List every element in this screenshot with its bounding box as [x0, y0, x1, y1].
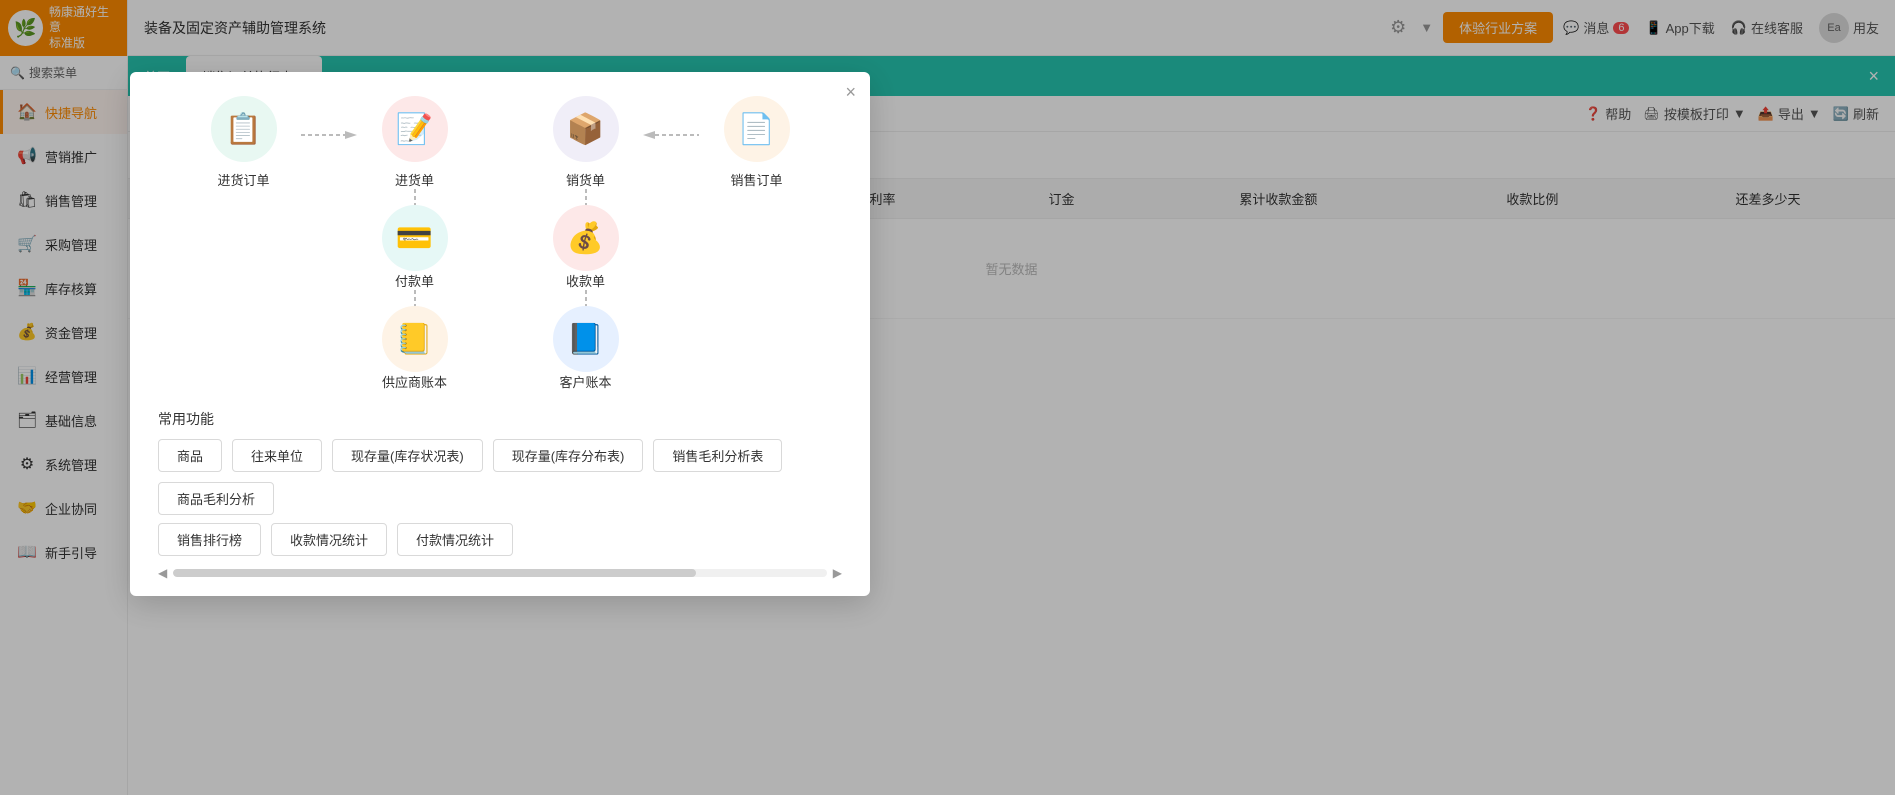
purchase-icon: 📝	[382, 96, 448, 162]
sales-order-icon: 📄	[724, 96, 790, 162]
func-btn-sales-profit[interactable]: 销售毛利分析表	[653, 439, 782, 472]
scrollbar-left-arrow[interactable]: ◀	[158, 566, 167, 580]
func-btn-payment-stats[interactable]: 付款情况统计	[397, 523, 513, 556]
modal-close-button[interactable]: ×	[845, 82, 856, 103]
modal-scrollbar: ◀ ▶	[158, 566, 842, 580]
purchase-order-icon: 📋	[211, 96, 277, 162]
payment-in-label: 收款单	[566, 271, 605, 290]
flow-node-sales-order[interactable]: 📄 销售订单	[671, 96, 842, 189]
func-btns-row1: 商品 往来单位 现存量(库存状况表) 现存量(库存分布表) 销售毛利分析表 商品…	[158, 439, 842, 515]
func-btn-party[interactable]: 往来单位	[232, 439, 322, 472]
payment-out-label: 付款单	[395, 271, 434, 290]
purchase-label: 进货单	[395, 170, 434, 189]
supplier-ledger-label: 供应商账本	[382, 372, 447, 391]
func-btn-stock-dist[interactable]: 现存量(库存分布表)	[493, 439, 644, 472]
flow-node-sales[interactable]: 📦 销货单	[500, 96, 671, 189]
func-btns-row2: 销售排行榜 收款情况统计 付款情况统计	[158, 523, 842, 556]
func-btn-stock-status[interactable]: 现存量(库存状况表)	[332, 439, 483, 472]
sales-order-label: 销售订单	[730, 170, 782, 189]
scrollbar-track[interactable]	[173, 569, 827, 577]
flow-node-supplier-ledger[interactable]: 📒 供应商账本	[329, 306, 500, 391]
common-funcs-title: 常用功能	[158, 409, 842, 429]
sales-icon: 📦	[553, 96, 619, 162]
func-btn-receipt-stats[interactable]: 收款情况统计	[271, 523, 387, 556]
flow-node-purchase-order[interactable]: 📋 进货订单	[158, 96, 329, 189]
quick-nav-modal: × 📋 进货订单 📝 进货单 📦 销货单	[130, 72, 870, 596]
scrollbar-right-arrow[interactable]: ▶	[833, 566, 842, 580]
func-btn-product[interactable]: 商品	[158, 439, 222, 472]
purchase-order-label: 进货订单	[217, 170, 269, 189]
func-btn-sales-rank[interactable]: 销售排行榜	[158, 523, 261, 556]
customer-ledger-label: 客户账本	[559, 372, 611, 391]
sales-label: 销货单	[566, 170, 605, 189]
flow-node-payment-out[interactable]: 💳 付款单	[329, 205, 500, 290]
flow-node-purchase[interactable]: 📝 进货单	[329, 96, 500, 189]
func-btn-product-profit[interactable]: 商品毛利分析	[158, 482, 274, 515]
flow-node-payment-in[interactable]: 💰 收款单	[500, 205, 671, 290]
scrollbar-thumb	[173, 569, 696, 577]
flow-node-customer-ledger[interactable]: 📘 客户账本	[500, 306, 671, 391]
common-funcs-section: 常用功能 商品 往来单位 现存量(库存状况表) 现存量(库存分布表) 销售毛利分…	[158, 409, 842, 556]
